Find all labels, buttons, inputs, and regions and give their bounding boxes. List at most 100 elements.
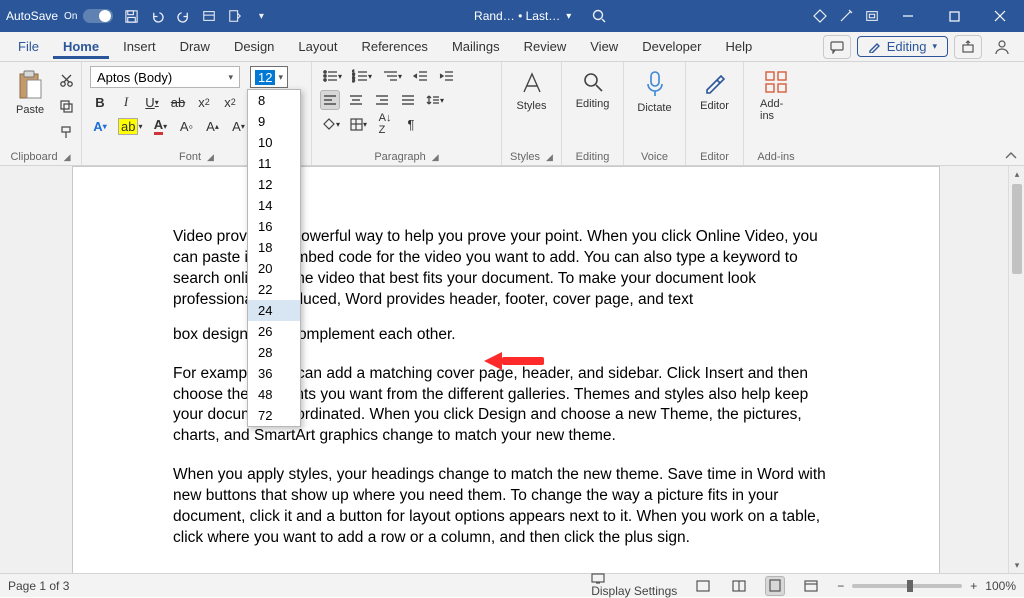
size-option[interactable]: 16 (248, 216, 300, 237)
focus-mode-button[interactable] (693, 576, 713, 596)
scroll-down-icon[interactable]: ▾ (1009, 557, 1024, 573)
account-button[interactable] (988, 35, 1016, 59)
tab-help[interactable]: Help (715, 35, 762, 58)
dialog-launcher-icon[interactable]: ◢ (64, 152, 71, 163)
paste-button[interactable]: Paste (8, 66, 52, 120)
size-option[interactable]: 22 (248, 279, 300, 300)
tab-developer[interactable]: Developer (632, 35, 711, 58)
strikethrough-button[interactable]: ab (168, 92, 188, 112)
cut-button[interactable] (56, 70, 76, 90)
tab-review[interactable]: Review (514, 35, 577, 58)
tab-home[interactable]: Home (53, 35, 109, 59)
size-option[interactable]: 11 (248, 153, 300, 174)
size-option[interactable]: 36 (248, 363, 300, 384)
scrollbar-thumb[interactable] (1012, 184, 1022, 274)
share-button[interactable] (954, 35, 982, 59)
tab-mailings[interactable]: Mailings (442, 35, 510, 58)
zoom-in-button[interactable]: + (970, 579, 977, 593)
justify-button[interactable] (398, 90, 418, 110)
dialog-launcher-icon[interactable]: ◢ (432, 152, 439, 163)
save-icon[interactable] (123, 8, 139, 24)
magic-icon[interactable] (838, 8, 854, 24)
tab-references[interactable]: References (351, 35, 437, 58)
subscript-button[interactable]: x2 (194, 92, 214, 112)
autosave-switch-icon[interactable] (83, 9, 113, 23)
size-option[interactable]: 12 (248, 174, 300, 195)
styles-button[interactable]: Styles (510, 66, 553, 116)
font-color-button[interactable]: A▾ (150, 116, 170, 136)
size-option[interactable]: 28 (248, 342, 300, 363)
size-option[interactable]: 24 (248, 300, 300, 321)
italic-button[interactable]: I (116, 92, 136, 112)
document-title[interactable]: Rand… • Last… ▾ (474, 9, 571, 23)
dialog-launcher-icon[interactable]: ◢ (207, 152, 214, 163)
size-option[interactable]: 18 (248, 237, 300, 258)
underline-button[interactable]: U ▾ (142, 92, 162, 112)
redo-icon[interactable] (175, 8, 191, 24)
addins-button[interactable]: Add-ins (752, 66, 800, 126)
superscript-button[interactable]: x2 (220, 92, 240, 112)
dialog-launcher-icon[interactable]: ◢ (546, 152, 553, 163)
size-option[interactable]: 10 (248, 132, 300, 153)
qat-icon-1[interactable] (201, 8, 217, 24)
maximize-button[interactable] (936, 3, 972, 29)
editing-mode-button[interactable]: Editing ▾ (857, 36, 948, 57)
numbering-button[interactable]: 123▾ (350, 66, 374, 86)
vertical-scrollbar[interactable]: ▴ ▾ (1008, 166, 1024, 573)
text-effects-button[interactable]: A▾ (90, 116, 110, 136)
highlight-button[interactable]: ab▾ (116, 116, 144, 136)
size-option[interactable]: 26 (248, 321, 300, 342)
font-name-combo[interactable]: Aptos (Body) ▾ (90, 66, 240, 88)
qat-icon-2[interactable] (227, 8, 243, 24)
collapse-ribbon-button[interactable] (1004, 151, 1018, 161)
tab-view[interactable]: View (580, 35, 628, 58)
zoom-slider[interactable] (852, 584, 962, 588)
zoom-out-button[interactable]: − (837, 579, 844, 593)
autosave-toggle[interactable]: AutoSave On (6, 9, 113, 23)
search-icon[interactable] (591, 8, 607, 24)
copy-button[interactable] (56, 96, 76, 116)
grow-font-button[interactable]: A▴ (202, 116, 222, 136)
tab-file[interactable]: File (8, 35, 49, 58)
size-option[interactable]: 8 (248, 90, 300, 111)
bold-button[interactable]: B (90, 92, 110, 112)
decrease-indent-button[interactable] (410, 66, 430, 86)
display-settings[interactable]: Display Settings (591, 573, 677, 598)
print-layout-button[interactable] (765, 576, 785, 596)
borders-button[interactable]: ▾ (348, 114, 369, 134)
window-icon[interactable] (864, 8, 880, 24)
scroll-up-icon[interactable]: ▴ (1009, 166, 1024, 182)
minimize-button[interactable] (890, 3, 926, 29)
show-marks-button[interactable]: ¶ (401, 114, 421, 134)
editor-button[interactable]: Editor (694, 66, 735, 116)
comments-button[interactable] (823, 35, 851, 59)
undo-icon[interactable] (149, 8, 165, 24)
diamond-icon[interactable] (812, 8, 828, 24)
zoom-level[interactable]: 100% (985, 579, 1016, 593)
character-shading-button[interactable]: A◦ (176, 116, 196, 136)
shading-button[interactable]: ▾ (320, 114, 342, 134)
shrink-font-button[interactable]: A▾ (228, 116, 248, 136)
tab-layout[interactable]: Layout (288, 35, 347, 58)
format-painter-button[interactable] (56, 122, 76, 142)
size-option[interactable]: 20 (248, 258, 300, 279)
align-left-button[interactable] (320, 90, 340, 110)
line-spacing-button[interactable]: ▾ (424, 90, 446, 110)
tab-draw[interactable]: Draw (170, 35, 220, 58)
multilevel-list-button[interactable]: ▾ (380, 66, 404, 86)
size-option[interactable]: 48 (248, 384, 300, 405)
size-option[interactable]: 14 (248, 195, 300, 216)
size-option[interactable]: 72 (248, 405, 300, 426)
page-count[interactable]: Page 1 of 3 (8, 579, 69, 593)
bullets-button[interactable]: ▾ (320, 66, 344, 86)
read-mode-button[interactable] (729, 576, 749, 596)
close-button[interactable] (982, 3, 1018, 29)
dictate-button[interactable]: Dictate (632, 66, 677, 118)
qat-customize-icon[interactable]: ▾ (253, 8, 269, 24)
align-right-button[interactable] (372, 90, 392, 110)
editing-button[interactable]: Editing (570, 66, 615, 114)
font-size-combo[interactable]: 12 ▾ 8 9 10 11 12 14 16 18 20 22 24 (250, 66, 288, 88)
align-center-button[interactable] (346, 90, 366, 110)
tab-design[interactable]: Design (224, 35, 284, 58)
paragraph[interactable]: When you apply styles, your headings cha… (173, 465, 839, 549)
